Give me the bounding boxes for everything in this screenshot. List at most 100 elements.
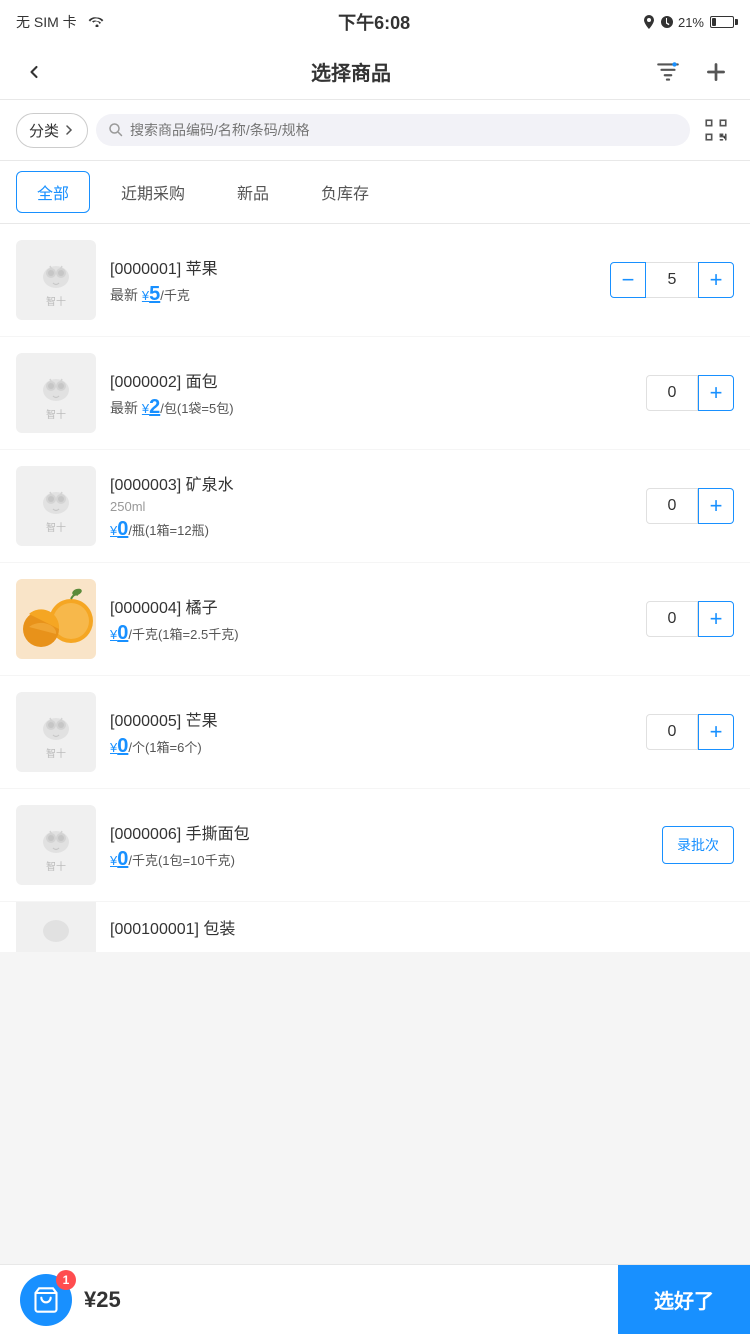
qty-increase-button[interactable]: + — [698, 714, 734, 750]
qty-control: 录批次 — [662, 826, 734, 864]
status-right: 21% — [642, 15, 734, 30]
tab-all[interactable]: 全部 — [16, 171, 90, 213]
cart-badge: 1 — [56, 1270, 76, 1290]
product-info: [0000004] 橘子 ¥0/千克(1箱=2.5千克) — [110, 594, 632, 645]
qty-input[interactable] — [646, 488, 698, 524]
product-image — [16, 902, 96, 952]
bottom-bar: 1 ¥25 选好了 — [0, 1264, 750, 1334]
product-name: [0000003] 矿泉水 — [110, 471, 632, 495]
product-item: 智十 [0000003] 矿泉水 250ml ¥0/瓶(1箱=12瓶) + — [0, 450, 750, 562]
price-label: 最新 — [110, 400, 138, 416]
status-bar: 无 SIM 卡 下午6:08 21% — [0, 0, 750, 44]
scan-icon — [703, 117, 729, 143]
product-price: ¥0/瓶(1箱=12瓶) — [110, 518, 632, 541]
product-price: 最新 ¥2/包(1袋=5包) — [110, 396, 632, 419]
product-info: [000100001] 包装 — [110, 915, 734, 939]
qty-input[interactable] — [646, 714, 698, 750]
carrier-text: 无 SIM 卡 — [16, 14, 77, 30]
qty-control: + — [646, 714, 734, 750]
owl-icon — [36, 479, 76, 519]
owl-placeholder: 智十 — [16, 466, 96, 546]
filter-icon — [655, 59, 681, 85]
qty-increase-button[interactable]: + — [698, 601, 734, 637]
product-info: [0000006] 手撕面包 ¥0/千克(1包=10千克) — [110, 820, 648, 871]
price-unit: /包(1袋=5包) — [160, 401, 233, 416]
location-icon — [642, 15, 656, 29]
product-info: [0000005] 芒果 ¥0/个(1箱=6个) — [110, 707, 632, 758]
product-item: 智十 [0000002] 面包 最新 ¥2/包(1袋=5包) + — [0, 337, 750, 449]
filter-icon-btn[interactable] — [650, 54, 686, 90]
owl-icon — [36, 366, 76, 406]
product-info: [0000003] 矿泉水 250ml ¥0/瓶(1箱=12瓶) — [110, 471, 632, 541]
product-image: 智十 — [16, 805, 96, 885]
nav-actions — [650, 54, 734, 90]
qty-control: − + — [610, 262, 734, 298]
qty-control: + — [646, 601, 734, 637]
qty-increase-button[interactable]: + — [698, 488, 734, 524]
product-price: 最新 ¥5/千克 — [110, 283, 596, 306]
carrier-wifi: 无 SIM 卡 — [16, 12, 106, 32]
qty-control: + — [646, 375, 734, 411]
product-item: [0000004] 橘子 ¥0/千克(1箱=2.5千克) + — [0, 563, 750, 675]
tab-recent[interactable]: 近期采购 — [100, 171, 206, 213]
cart-total: ¥25 — [84, 1287, 121, 1313]
price-value: 2 — [149, 396, 160, 418]
chevron-right-icon — [63, 124, 75, 136]
qty-input[interactable] — [646, 375, 698, 411]
product-item: 智十 [0000005] 芒果 ¥0/个(1箱=6个) + — [0, 676, 750, 788]
nav-bar: 选择商品 — [0, 44, 750, 100]
owl-placeholder: 智十 — [16, 692, 96, 772]
product-list: 智十 [0000001] 苹果 最新 ¥5/千克 − + — [0, 224, 750, 952]
qty-increase-button[interactable]: + — [698, 262, 734, 298]
search-icon — [108, 122, 124, 138]
price-value: 0 — [117, 735, 128, 757]
qty-decrease-button[interactable]: − — [610, 262, 646, 298]
batch-entry-button[interactable]: 录批次 — [662, 826, 734, 864]
product-name: [000100001] 包装 — [110, 915, 734, 939]
orange-image — [16, 579, 96, 659]
battery-text: 21% — [678, 15, 704, 30]
filter-bar: 分类 — [0, 100, 750, 161]
price-unit: /瓶(1箱=12瓶) — [128, 523, 209, 538]
confirm-button[interactable]: 选好了 — [618, 1265, 750, 1334]
brand-label: 智十 — [46, 293, 66, 308]
price-unit: /千克(1箱=2.5千克) — [128, 627, 238, 642]
owl-icon — [36, 907, 76, 947]
cart-icon-button[interactable]: 1 — [20, 1274, 72, 1326]
product-item: [000100001] 包装 — [0, 902, 750, 952]
owl-placeholder: 智十 — [16, 805, 96, 885]
qty-input[interactable] — [646, 601, 698, 637]
scan-button[interactable] — [698, 112, 734, 148]
product-image: 智十 — [16, 466, 96, 546]
category-button[interactable]: 分类 — [16, 113, 88, 148]
tab-negative[interactable]: 负库存 — [300, 171, 390, 213]
product-price: ¥0/千克(1包=10千克) — [110, 848, 648, 871]
battery-icon — [710, 16, 734, 28]
product-image: 智十 — [16, 692, 96, 772]
product-image: 智十 — [16, 353, 96, 433]
product-spec: 250ml — [110, 499, 632, 514]
product-info: [0000001] 苹果 最新 ¥5/千克 — [110, 255, 596, 306]
cart-area: 1 ¥25 — [0, 1274, 618, 1326]
owl-placeholder: 智十 — [16, 353, 96, 433]
battery-fill — [712, 18, 716, 26]
price-value: 0 — [117, 622, 128, 644]
product-name: [0000005] 芒果 — [110, 707, 632, 731]
add-icon-btn[interactable] — [698, 54, 734, 90]
brand-label: 智十 — [46, 858, 66, 873]
product-price: ¥0/千克(1箱=2.5千克) — [110, 622, 632, 645]
price-value: 0 — [117, 518, 128, 540]
back-button[interactable] — [16, 54, 52, 90]
tab-new[interactable]: 新品 — [216, 171, 290, 213]
category-label: 分类 — [29, 120, 59, 141]
page-title: 选择商品 — [311, 57, 391, 86]
product-name: [0000006] 手撕面包 — [110, 820, 648, 844]
alarm-icon — [660, 15, 674, 29]
search-input[interactable] — [130, 122, 678, 138]
wifi-icon — [88, 13, 106, 27]
product-image — [16, 579, 96, 659]
qty-input[interactable] — [646, 262, 698, 298]
qty-increase-button[interactable]: + — [698, 375, 734, 411]
owl-icon — [36, 818, 76, 858]
tab-bar: 全部 近期采购 新品 负库存 — [0, 161, 750, 224]
